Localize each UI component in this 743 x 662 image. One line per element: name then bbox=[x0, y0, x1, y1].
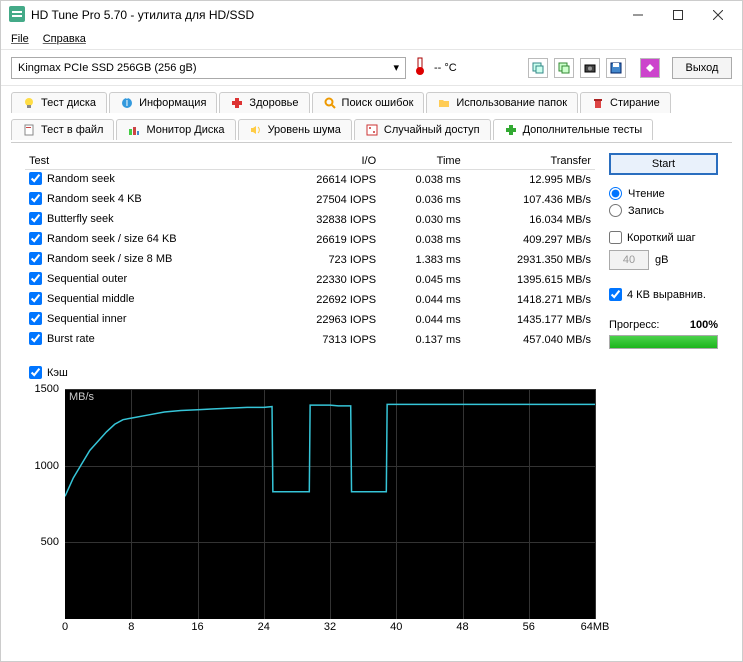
exit-button[interactable]: Выход bbox=[672, 57, 732, 79]
folder-icon bbox=[437, 96, 451, 110]
tab-стирание[interactable]: Стирание bbox=[580, 92, 671, 113]
save-button[interactable] bbox=[606, 58, 626, 78]
window-title: HD Tune Pro 5.70 - утилита для HD/SSD bbox=[31, 8, 618, 22]
step-size-spinner[interactable] bbox=[609, 250, 649, 270]
start-button[interactable]: Start bbox=[609, 153, 718, 175]
x-tick: 8 bbox=[128, 621, 134, 633]
x-tick: 24 bbox=[258, 621, 270, 633]
menu-file[interactable]: File bbox=[11, 33, 29, 45]
table-row: Sequential outer22330 IOPS0.045 ms1395.6… bbox=[25, 270, 595, 290]
progress-label: Прогресс: bbox=[609, 319, 659, 331]
col-test: Test bbox=[25, 153, 272, 170]
copy-all-button[interactable] bbox=[554, 58, 574, 78]
cache-input[interactable] bbox=[29, 366, 42, 379]
test-checkbox[interactable]: Random seek bbox=[29, 172, 115, 185]
y-tick: 1000 bbox=[35, 460, 59, 472]
tab-монитор-диска[interactable]: Монитор Диска bbox=[116, 119, 235, 140]
y-tick: 500 bbox=[41, 536, 59, 548]
results-table: Test I/O Time Transfer Random seek26614 … bbox=[25, 153, 595, 350]
x-tick: 40 bbox=[390, 621, 402, 633]
info-icon: i bbox=[120, 96, 134, 110]
search-icon bbox=[323, 96, 337, 110]
test-checkbox[interactable]: Random seek 4 KB bbox=[29, 192, 142, 205]
align-4k-checkbox[interactable]: 4 КВ выравнив. bbox=[609, 288, 718, 301]
copy-button[interactable] bbox=[528, 58, 548, 78]
tab-использование-папок[interactable]: Использование папок bbox=[426, 92, 578, 113]
test-checkbox[interactable]: Sequential inner bbox=[29, 312, 127, 325]
x-tick: 56 bbox=[523, 621, 535, 633]
maximize-button[interactable] bbox=[658, 1, 698, 29]
svg-text:i: i bbox=[126, 97, 128, 109]
test-checkbox[interactable]: Butterfly seek bbox=[29, 212, 114, 225]
tab-здоровье[interactable]: Здоровье bbox=[219, 92, 309, 113]
bulb-icon bbox=[22, 96, 36, 110]
tab-уровень-шума[interactable]: Уровень шума bbox=[238, 119, 352, 140]
tab-информация[interactable]: iИнформация bbox=[109, 92, 217, 113]
screenshot-button[interactable] bbox=[580, 58, 600, 78]
app-icon bbox=[9, 6, 25, 25]
menu-bar: File Справка bbox=[1, 29, 742, 49]
file-icon bbox=[22, 123, 36, 137]
x-tick: 16 bbox=[191, 621, 203, 633]
x-tick: 0 bbox=[62, 621, 68, 633]
sound-icon bbox=[249, 123, 263, 137]
dice-icon bbox=[365, 123, 379, 137]
test-checkbox[interactable]: Sequential middle bbox=[29, 292, 134, 305]
tab-тест-диска[interactable]: Тест диска bbox=[11, 92, 107, 113]
table-row: Random seek / size 64 KB26619 IOPS0.038 … bbox=[25, 230, 595, 250]
drive-select[interactable]: Kingmax PCIe SSD 256GB (256 gB) ▾ bbox=[11, 57, 406, 79]
test-checkbox[interactable]: Random seek / size 64 KB bbox=[29, 232, 177, 245]
menu-help[interactable]: Справка bbox=[43, 33, 86, 45]
options-button[interactable] bbox=[640, 58, 660, 78]
progress-value: 100% bbox=[690, 319, 718, 331]
progress-bar bbox=[609, 335, 718, 349]
test-checkbox[interactable]: Random seek / size 8 MB bbox=[29, 252, 172, 265]
table-row: Sequential inner22963 IOPS0.044 ms1435.1… bbox=[25, 310, 595, 330]
drive-name: Kingmax PCIe SSD 256GB (256 gB) bbox=[18, 62, 197, 74]
plus2-icon bbox=[504, 123, 518, 137]
x-tick: 48 bbox=[456, 621, 468, 633]
col-io: I/O bbox=[272, 153, 380, 170]
tab-случайный-доступ[interactable]: Случайный доступ bbox=[354, 119, 491, 140]
cache-checkbox[interactable]: Кэш bbox=[29, 366, 68, 379]
tab-bar: Тест дискаiИнформацияЗдоровьеПоиск ошибо… bbox=[1, 86, 742, 142]
toolbar: Kingmax PCIe SSD 256GB (256 gB) ▾ -- °C … bbox=[1, 49, 742, 86]
x-tick: 32 bbox=[324, 621, 336, 633]
test-checkbox[interactable]: Burst rate bbox=[29, 332, 95, 345]
y-tick: 1500 bbox=[35, 383, 59, 395]
chart-area: MB/s 500100015000816243240485664MB bbox=[25, 389, 595, 619]
monitor-icon bbox=[127, 123, 141, 137]
chevron-down-icon: ▾ bbox=[393, 61, 399, 74]
radio-write[interactable]: Запись bbox=[609, 204, 718, 217]
col-time: Time bbox=[380, 153, 465, 170]
table-row: Butterfly seek32838 IOPS0.030 ms16.034 M… bbox=[25, 210, 595, 230]
x-tick: 64MB bbox=[581, 621, 610, 633]
radio-read[interactable]: Чтение bbox=[609, 187, 718, 200]
table-row: Burst rate7313 IOPS0.137 ms457.040 MB/s bbox=[25, 330, 595, 350]
tab-дополнительные-тесты[interactable]: Дополнительные тесты bbox=[493, 119, 654, 140]
trash-icon bbox=[591, 96, 605, 110]
temperature-value: -- °C bbox=[434, 62, 457, 74]
table-row: Random seek26614 IOPS0.038 ms12.995 MB/s bbox=[25, 170, 595, 191]
thermometer-icon bbox=[414, 56, 426, 79]
test-checkbox[interactable]: Sequential outer bbox=[29, 272, 127, 285]
col-transfer: Transfer bbox=[465, 153, 595, 170]
short-step-checkbox[interactable]: Короткий шаг bbox=[609, 231, 718, 244]
titlebar: HD Tune Pro 5.70 - утилита для HD/SSD bbox=[1, 1, 742, 29]
table-row: Random seek 4 KB27504 IOPS0.036 ms107.43… bbox=[25, 190, 595, 210]
tab-тест-в-файл[interactable]: Тест в файл bbox=[11, 119, 114, 140]
close-button[interactable] bbox=[698, 1, 738, 29]
plus-icon bbox=[230, 96, 244, 110]
table-row: Random seek / size 8 MB723 IOPS1.383 ms2… bbox=[25, 250, 595, 270]
table-row: Sequential middle22692 IOPS0.044 ms1418.… bbox=[25, 290, 595, 310]
minimize-button[interactable] bbox=[618, 1, 658, 29]
tab-поиск-ошибок[interactable]: Поиск ошибок bbox=[312, 92, 425, 113]
